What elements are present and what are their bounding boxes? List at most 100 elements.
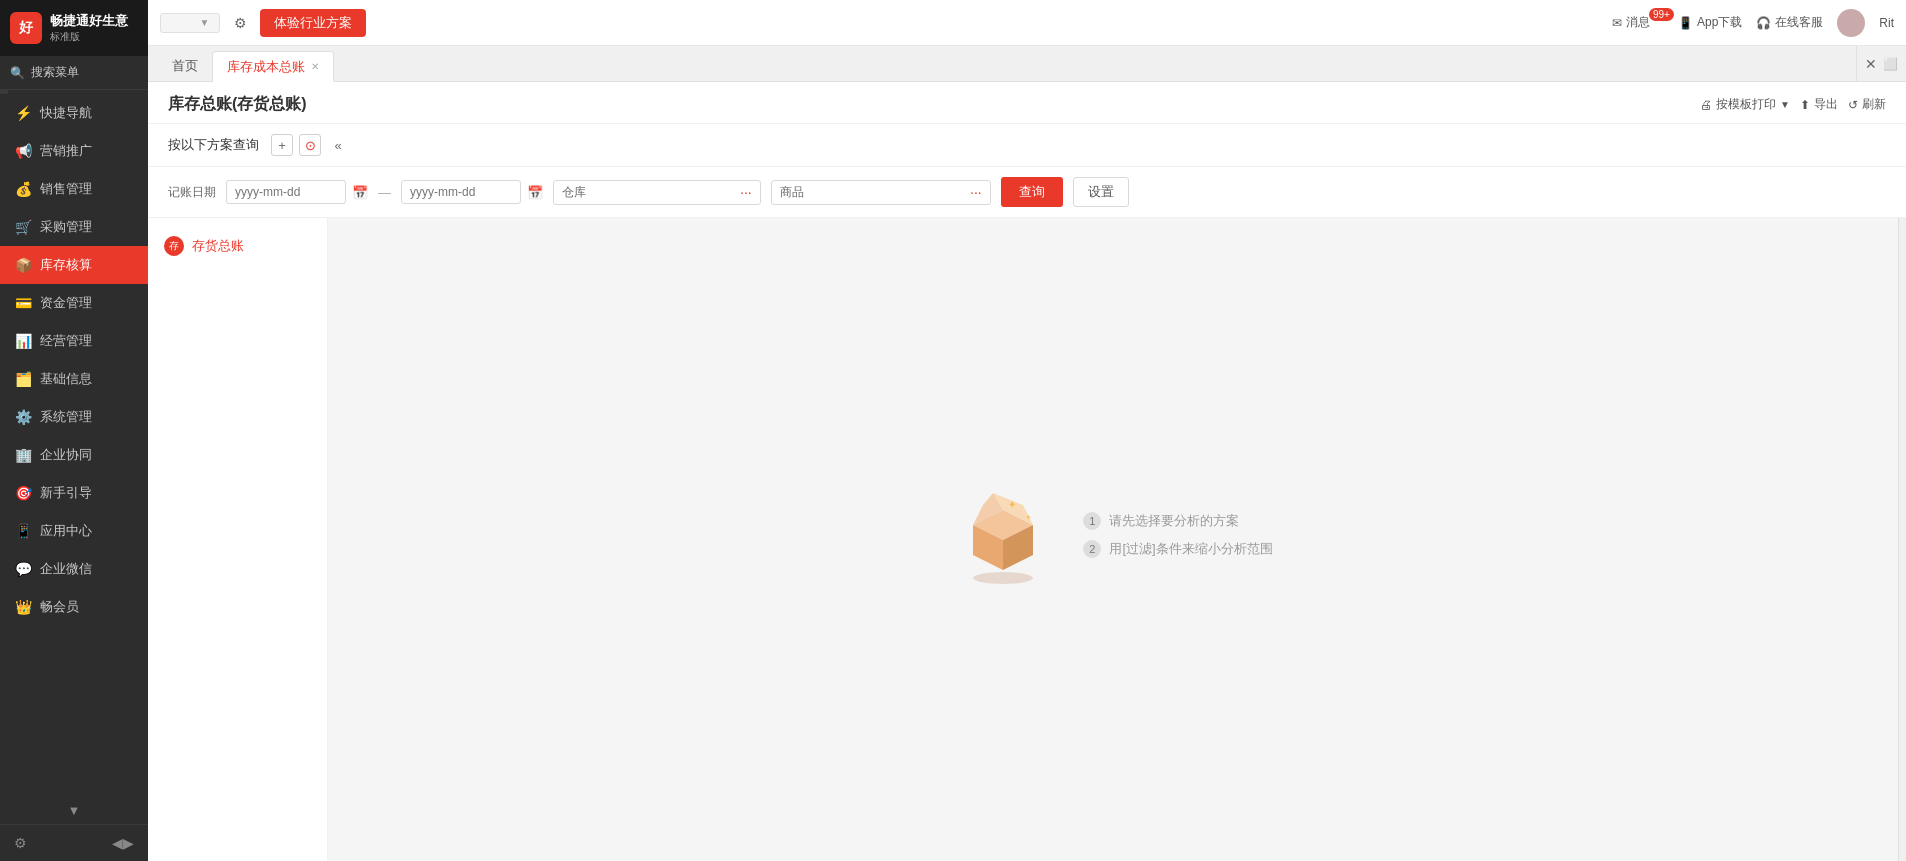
finance-icon: 💳 [14,294,32,312]
audio-footer-button[interactable]: ◀▶ [112,835,134,851]
date-field-label: 记账日期 [168,184,216,201]
sidebar-item-wechat[interactable]: 💬 企业微信 [0,550,148,588]
app-download-button[interactable]: 📱 App下载 [1678,14,1742,31]
sidebar-item-finance[interactable]: 💳 资金管理 [0,284,148,322]
page-header: 库存总账(存货总账) 🖨 按模板打印 ▼ ⬆ 导出 ↺ 刷新 [148,82,1906,124]
printer-icon: 🖨 [1700,98,1712,112]
warehouse-label: 仓库 [562,184,586,201]
purchase-icon: 🛒 [14,218,32,236]
topbar-settings-button[interactable]: ⚙ [226,9,254,37]
page-actions: 🖨 按模板打印 ▼ ⬆ 导出 ↺ 刷新 [1700,96,1886,113]
date-dash: — [378,185,391,200]
topbar: ▼ ⚙ 体验行业方案 ✉ 消息 99+ 📱 App下载 🎧 在线客服 Rit [148,0,1906,46]
filter-actions: + ⊙ « [271,134,349,156]
hint-item-2: 2 用[过滤]条件来缩小分析范围 [1083,540,1272,558]
breadcrumb-text [171,17,195,29]
filter-add-button[interactable]: + [271,134,293,156]
online-service-button[interactable]: 🎧 在线客服 [1756,14,1823,31]
empty-state: ✦ ✦ 1 请先选择要分析的方案 2 用[过滤]条件来缩小分析范围 [953,490,1272,590]
calendar-to-icon[interactable]: 📅 [527,185,543,200]
empty-inner: ✦ ✦ 1 请先选择要分析的方案 2 用[过滤]条件来缩小分析范围 [953,490,1272,590]
right-scrollbar[interactable] [1898,218,1906,861]
date-to-group: 📅 [401,180,543,204]
message-icon: ✉ [1612,16,1622,30]
svg-text:✦: ✦ [1008,499,1016,510]
username[interactable]: Rit [1879,16,1894,30]
headset-icon: 🎧 [1756,16,1771,30]
refresh-button[interactable]: ↺ 刷新 [1848,96,1886,113]
logo-icon: 好 [10,12,42,44]
sidebar: 好 畅捷通好生意 标准版 🔍 搜索菜单 ⚡ 快捷导航 📢 营销推广 💰 销售管理… [0,0,148,861]
export-icon: ⬆ [1800,98,1810,112]
warehouse-input[interactable] [588,185,738,199]
main-content: ▼ ⚙ 体验行业方案 ✉ 消息 99+ 📱 App下载 🎧 在线客服 Rit [148,0,1906,861]
search-icon: 🔍 [10,66,25,80]
breadcrumb[interactable]: ▼ [160,13,220,33]
basic-icon: 🗂️ [14,370,32,388]
settings-footer-button[interactable]: ⚙ [14,835,27,851]
gear-icon: ⚙ [234,15,247,31]
product-more-icon[interactable]: ··· [970,184,982,200]
query-button[interactable]: 查询 [1001,177,1063,207]
sidebar-item-system[interactable]: ⚙️ 系统管理 [0,398,148,436]
hint-num-2: 2 [1083,540,1101,558]
chevron-down-icon: ▼ [68,803,81,818]
industry-btn[interactable]: 体验行业方案 [260,9,366,37]
appcenter-icon: 📱 [14,522,32,540]
chevron-down-icon: ▼ [199,17,209,28]
sidebar-item-operation[interactable]: 📊 经营管理 [0,322,148,360]
search-menu-button[interactable]: 🔍 搜索菜单 [0,56,148,90]
export-button[interactable]: ⬆ 导出 [1800,96,1838,113]
filter-setting-button[interactable]: ⊙ [299,134,321,156]
panel-close-button[interactable]: ✕ [1865,56,1877,72]
sidebar-scroll-down[interactable]: ▼ [0,797,148,824]
svg-text:✦: ✦ [1025,513,1032,522]
sidebar-item-appcenter[interactable]: 📱 应用中心 [0,512,148,550]
marketing-icon: 📢 [14,142,32,160]
sidebar-item-quick-nav[interactable]: ⚡ 快捷导航 [0,94,148,132]
filter-collapse-button[interactable]: « [327,134,349,156]
sidebar-item-enterprise[interactable]: 🏢 企业协同 [0,436,148,474]
svg-point-0 [973,572,1033,584]
message-button[interactable]: ✉ 消息 99+ [1612,14,1664,31]
wechat-icon: 💬 [14,560,32,578]
operation-icon: 📊 [14,332,32,350]
topbar-nav: ▼ ⚙ 体验行业方案 [160,9,1604,37]
print-dropdown-icon: ▼ [1780,99,1790,110]
main-panel: ✦ ✦ 1 请先选择要分析的方案 2 用[过滤]条件来缩小分析范围 [328,218,1898,861]
sidebar-item-marketing[interactable]: 📢 营销推广 [0,132,148,170]
setting-button[interactable]: 设置 [1073,177,1129,207]
sidebar-item-guide[interactable]: 🎯 新手引导 [0,474,148,512]
page-title: 库存总账(存货总账) [168,94,307,115]
refresh-icon: ↺ [1848,98,1858,112]
sidebar-item-basic[interactable]: 🗂️ 基础信息 [0,360,148,398]
hint-num-1: 1 [1083,512,1101,530]
product-field: 商品 ··· [771,180,991,205]
user-avatar[interactable] [1837,9,1865,37]
tab-close-icon[interactable]: ✕ [311,62,319,72]
sidebar-item-purchase[interactable]: 🛒 采购管理 [0,208,148,246]
sidebar-item-inventory[interactable]: 📦 库存核算 [0,246,148,284]
panel-expand-button[interactable]: ⬜ [1883,57,1898,71]
date-from-input[interactable] [226,180,346,204]
calendar-from-icon[interactable]: 📅 [352,185,368,200]
scheme-item[interactable]: 存 存货总账 [148,228,327,264]
filter-setting-icon: ⊙ [305,138,316,153]
box-svg: ✦ ✦ [953,490,1053,590]
sidebar-nav: ⚡ 快捷导航 📢 营销推广 💰 销售管理 🛒 采购管理 📦 库存核算 💳 资金管… [0,94,148,797]
hint-item-1: 1 请先选择要分析的方案 [1083,512,1272,530]
product-input[interactable] [806,185,968,199]
date-to-input[interactable] [401,180,521,204]
warehouse-more-icon[interactable]: ··· [740,184,752,200]
inventory-icon: 📦 [14,256,32,274]
print-template-button[interactable]: 🖨 按模板打印 ▼ [1700,96,1790,113]
guide-icon: 🎯 [14,484,32,502]
tab-inventory-cost[interactable]: 库存成本总账 ✕ [212,51,334,82]
tab-home[interactable]: 首页 [158,51,212,81]
sidebar-logo: 好 畅捷通好生意 标准版 [0,0,148,56]
content-layout: 存 存货总账 [148,218,1906,861]
logo-text: 畅捷通好生意 标准版 [50,13,128,43]
topbar-user-area: ✉ 消息 99+ 📱 App下载 🎧 在线客服 Rit [1612,9,1894,37]
sidebar-item-sales[interactable]: 💰 销售管理 [0,170,148,208]
sidebar-item-member[interactable]: 👑 畅会员 [0,588,148,626]
